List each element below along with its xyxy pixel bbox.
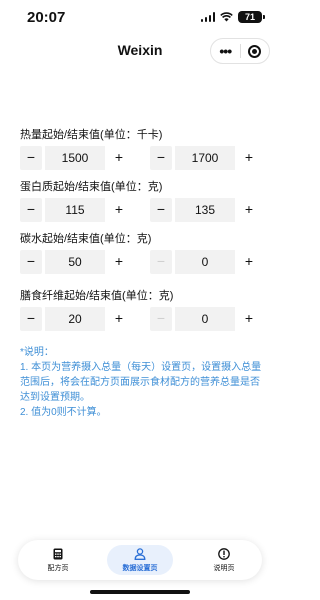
increment-button[interactable]: +	[238, 307, 260, 331]
increment-button[interactable]: +	[238, 146, 260, 170]
calorie-range-section: 热量起始/结束值(单位：千卡) − + − +	[20, 128, 260, 170]
fiber-end-stepper: − +	[150, 307, 260, 331]
home-indicator	[90, 590, 190, 594]
section-label: 碳水起始/结束值(单位：克)	[20, 233, 152, 245]
carbs-end-input[interactable]	[175, 250, 235, 274]
tab-label: 数据设置页	[122, 564, 158, 572]
battery-icon: 71	[238, 11, 265, 23]
status-icons: 71	[200, 11, 265, 23]
decrement-button-disabled[interactable]: −	[150, 250, 172, 274]
decrement-button[interactable]: −	[20, 250, 42, 274]
protein-start-input[interactable]	[45, 198, 105, 222]
tab-label: 配方页	[47, 564, 69, 572]
more-icon[interactable]: •••	[211, 39, 240, 63]
bottom-tab-bar: 配方页 数据设置页 说明页	[18, 540, 262, 580]
increment-button[interactable]: +	[238, 198, 260, 222]
tab-recipe[interactable]: 配方页	[28, 540, 88, 580]
protein-range-section: 蛋白质起始/结束值(单位：克) − + − +	[20, 180, 260, 222]
carbs-end-stepper: − +	[150, 250, 260, 274]
carbs-start-stepper: − +	[20, 250, 130, 274]
decrement-button[interactable]: −	[20, 198, 42, 222]
info-icon	[218, 547, 230, 560]
fiber-start-stepper: − +	[20, 307, 130, 331]
protein-end-input[interactable]	[175, 198, 235, 222]
increment-button[interactable]: +	[108, 198, 130, 222]
target-icon	[248, 44, 262, 58]
tab-instructions[interactable]: 说明页	[194, 540, 254, 580]
tab-label: 说明页	[213, 564, 235, 572]
increment-button[interactable]: +	[108, 146, 130, 170]
increment-button[interactable]: +	[108, 250, 130, 274]
protein-start-stepper: − +	[20, 198, 130, 222]
calorie-end-stepper: − +	[150, 146, 260, 170]
note-line-2: 2. 值为0则不计算。	[20, 407, 107, 418]
decrement-button[interactable]: −	[150, 198, 172, 222]
note-line-1: 1. 本页为营养摄入总量（每天）设置页，设置摄入总量范围后，将会在配方页面展示食…	[20, 362, 262, 403]
increment-button[interactable]: +	[108, 307, 130, 331]
wifi-icon	[220, 12, 233, 22]
instructions-note: *说明： 1. 本页为营养摄入总量（每天）设置页，设置摄入总量范围后，将会在配方…	[20, 345, 264, 420]
calculator-icon	[53, 548, 63, 559]
carbs-range-section: 碳水起始/结束值(单位：克) − + − +	[20, 232, 260, 274]
protein-end-stepper: − +	[150, 198, 260, 222]
close-mini-program-button[interactable]	[241, 44, 270, 58]
calorie-start-stepper: − +	[20, 146, 130, 170]
decrement-button[interactable]: −	[20, 307, 42, 331]
carbs-start-input[interactable]	[45, 250, 105, 274]
person-icon	[134, 547, 146, 560]
section-label: 热量起始/结束值(单位：千卡)	[20, 129, 163, 141]
section-label: 膳食纤维起始/结束值(单位：克)	[20, 290, 174, 302]
note-title: *说明：	[20, 347, 54, 358]
mini-program-capsule: •••	[210, 38, 270, 64]
tab-data-settings[interactable]: 数据设置页	[105, 540, 175, 580]
decrement-button[interactable]: −	[20, 146, 42, 170]
fiber-end-input[interactable]	[175, 307, 235, 331]
fiber-start-input[interactable]	[45, 307, 105, 331]
status-bar: 20:07 71	[0, 0, 280, 36]
increment-button[interactable]: +	[238, 250, 260, 274]
section-label: 蛋白质起始/结束值(单位：克)	[20, 181, 163, 193]
signal-icon	[200, 12, 215, 22]
calorie-end-input[interactable]	[175, 146, 235, 170]
status-time: 20:07	[27, 9, 66, 26]
fiber-range-section: 膳食纤维起始/结束值(单位：克) − + − +	[20, 289, 260, 331]
calorie-start-input[interactable]	[45, 146, 105, 170]
decrement-button[interactable]: −	[150, 146, 172, 170]
nav-bar: Weixin •••	[0, 36, 280, 66]
decrement-button-disabled[interactable]: −	[150, 307, 172, 331]
